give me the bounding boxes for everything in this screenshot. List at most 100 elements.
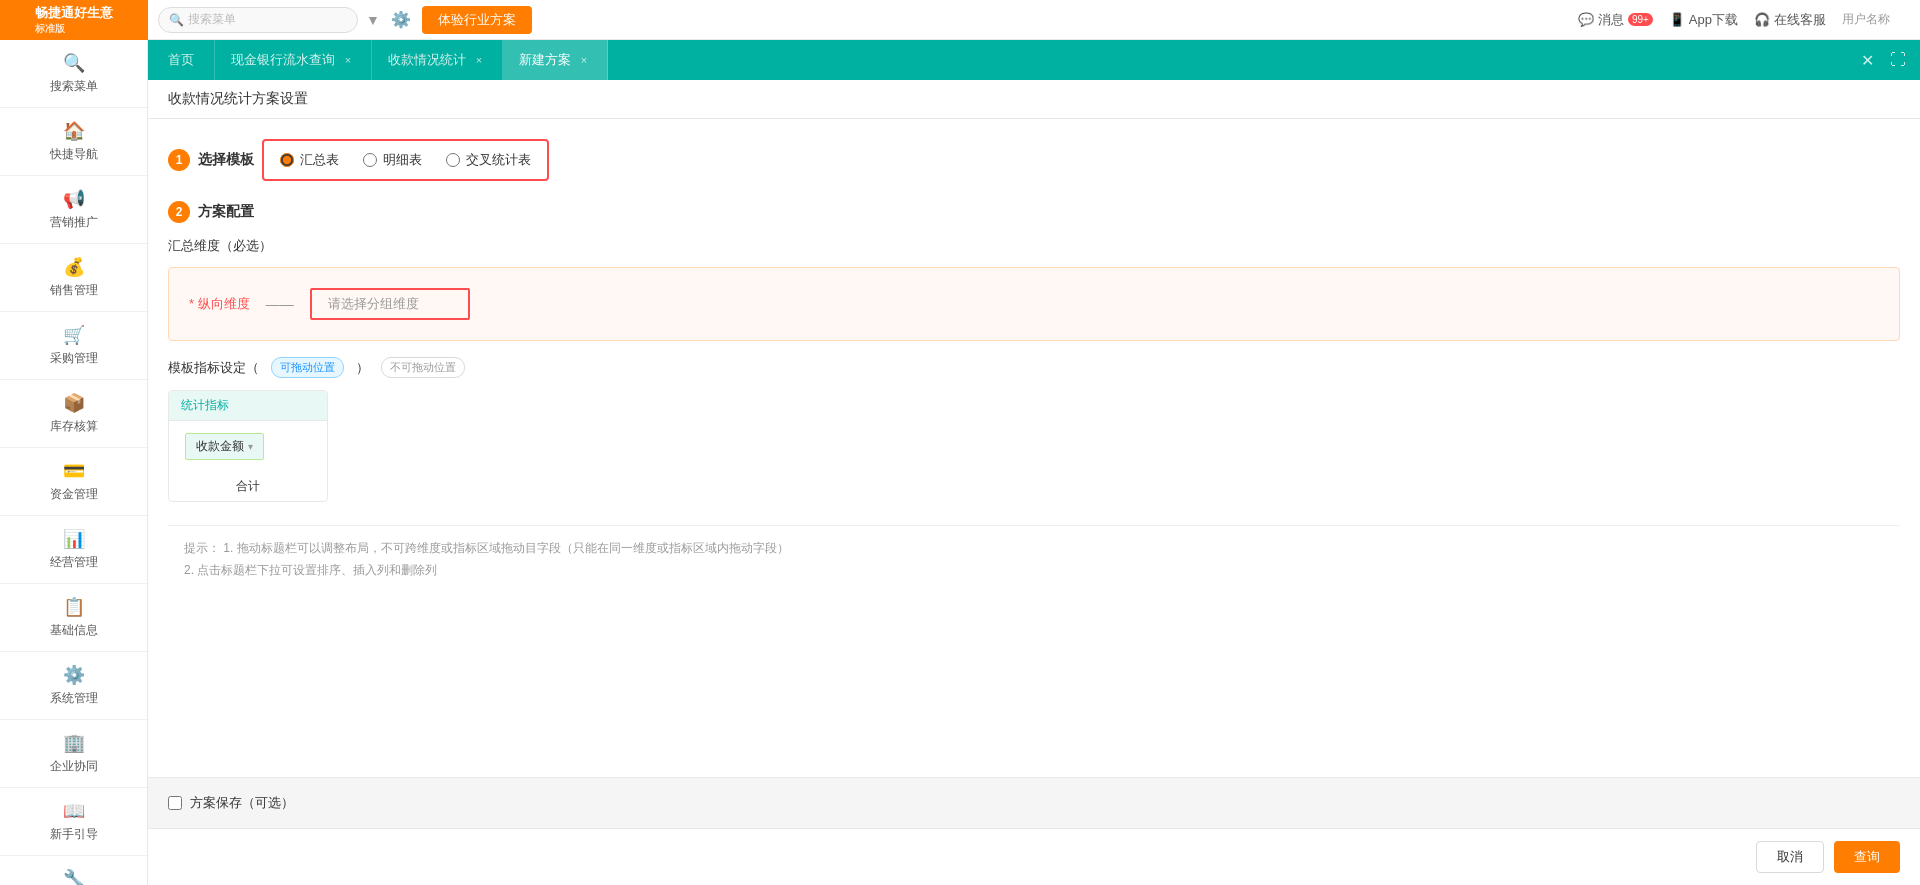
radio-summary[interactable] — [280, 153, 294, 167]
sidebar-item-guide[interactable]: 📖 新手引导 — [0, 788, 147, 856]
logo-text: 畅捷通好生意 — [35, 4, 113, 22]
arrow-icon: —— — [266, 296, 294, 312]
sidebar-item-finance[interactable]: 💳 资金管理 — [0, 448, 147, 516]
enterprise-icon: 🏢 — [63, 732, 85, 754]
logo: 畅捷通好生意 标准版 — [0, 0, 148, 40]
sidebar-label-finance: 资金管理 — [50, 486, 98, 503]
home-icon: 🏠 — [63, 120, 85, 142]
save-option-label: 方案保存（可选） — [190, 794, 294, 812]
dimension-select[interactable]: 请选择分组维度 — [310, 288, 470, 320]
sidebar-label-guide: 新手引导 — [50, 826, 98, 843]
save-checkbox[interactable] — [168, 796, 182, 810]
sidebar-item-inventory[interactable]: 📦 库存核算 — [0, 380, 147, 448]
tab-collection-close[interactable]: × — [472, 53, 486, 67]
option-cross[interactable]: 交叉统计表 — [446, 151, 531, 169]
metrics-title: 模板指标设定（ — [168, 359, 259, 377]
radio-detail[interactable] — [363, 153, 377, 167]
step2-section: 2 方案配置 汇总维度（必选） * 纵向维度 —— 请选择分组维度 — [168, 201, 1900, 593]
hardware-icon: 🔧 — [63, 868, 85, 885]
tab-new-plan-label: 新建方案 — [519, 51, 571, 69]
sidebar-label-basic: 基础信息 — [50, 622, 98, 639]
tab-cashflow-label: 现金银行流水查询 — [231, 51, 335, 69]
non-draggable-badge: 不可拖动位置 — [381, 357, 465, 378]
settings-icon[interactable]: ⚙️ — [388, 7, 414, 33]
basic-icon: 📋 — [63, 596, 85, 618]
sidebar-label-sales: 销售管理 — [50, 282, 98, 299]
username: 用户名称 — [1842, 11, 1890, 28]
option-detail[interactable]: 明细表 — [363, 151, 422, 169]
sidebar-item-marketing[interactable]: 📢 营销推广 — [0, 176, 147, 244]
step1-title: 选择模板 — [198, 151, 254, 169]
tab-cashflow[interactable]: 现金银行流水查询 × — [215, 40, 372, 80]
sidebar-label-search: 搜索菜单 — [50, 78, 98, 95]
trial-button[interactable]: 体验行业方案 — [422, 6, 532, 34]
sidebar-label-home: 快捷导航 — [50, 146, 98, 163]
message-button[interactable]: 💬 消息 99+ — [1578, 11, 1653, 29]
finance-icon: 💳 — [63, 460, 85, 482]
tab-home[interactable]: 首页 — [148, 40, 215, 80]
option-summary[interactable]: 汇总表 — [280, 151, 339, 169]
tab-bar: 首页 现金银行流水查询 × 收款情况统计 × 新建方案 × ✕ ⛶ — [148, 40, 1920, 80]
step2-title: 方案配置 — [198, 203, 254, 221]
tips-area: 提示： 1. 拖动标题栏可以调整布局，不可跨维度或指标区域拖动目字段（只能在同一… — [168, 525, 1900, 593]
tab-maximize-icon[interactable]: ⛶ — [1886, 47, 1910, 73]
user-info[interactable]: 用户名称 — [1842, 11, 1890, 28]
sidebar-label-inventory: 库存核算 — [50, 418, 98, 435]
tab-cashflow-close[interactable]: × — [341, 53, 355, 67]
inventory-icon: 📦 — [63, 392, 85, 414]
sidebar-label-management: 经营管理 — [50, 554, 98, 571]
template-options: 汇总表 明细表 交叉统计表 — [262, 139, 549, 181]
metrics-section: 模板指标设定（ 可拖动位置 ） 不可拖动位置 统计指标 收款金额 ▾ — [168, 357, 1900, 505]
query-button[interactable]: 查询 — [1834, 841, 1900, 873]
tab-collection[interactable]: 收款情况统计 × — [372, 40, 503, 80]
service-button[interactable]: 🎧 在线客服 — [1754, 11, 1826, 29]
dimension-area: * 纵向维度 —— 请选择分组维度 — [168, 267, 1900, 341]
dropdown-icon[interactable]: ▼ — [366, 12, 380, 28]
step2-circle: 2 — [168, 201, 190, 223]
tab-new-plan-close[interactable]: × — [577, 53, 591, 67]
sidebar-item-hardware[interactable]: 🔧 智能硬件 — [0, 856, 147, 885]
download-icon: 📱 — [1669, 12, 1685, 27]
sidebar-item-home[interactable]: 🏠 快捷导航 — [0, 108, 147, 176]
tab-collection-label: 收款情况统计 — [388, 51, 466, 69]
dimension-placeholder: 请选择分组维度 — [328, 295, 419, 313]
option-detail-label: 明细表 — [383, 151, 422, 169]
tab-bar-actions: ✕ ⛶ — [1857, 40, 1920, 80]
search-bar[interactable]: 🔍 搜索菜单 — [158, 7, 358, 33]
message-badge: 99+ — [1628, 13, 1653, 26]
search-menu-icon: 🔍 — [63, 52, 85, 74]
sidebar-item-management[interactable]: 📊 经营管理 — [0, 516, 147, 584]
tip-prefix: 提示： — [184, 541, 220, 555]
form-body: 1 选择模板 汇总表 明细表 — [148, 119, 1920, 777]
chevron-down-icon: ▾ — [248, 441, 253, 452]
footer-bar: 取消 查询 — [148, 828, 1920, 885]
dimension-row-label: * 纵向维度 — [189, 295, 250, 313]
page-title-bar: 收款情况统计方案设置 — [148, 80, 1920, 119]
sidebar-label-purchase: 采购管理 — [50, 350, 98, 367]
download-label: App下载 — [1689, 11, 1738, 29]
download-button[interactable]: 📱 App下载 — [1669, 11, 1738, 29]
sidebar-item-search[interactable]: 🔍 搜索菜单 — [0, 40, 147, 108]
cancel-button[interactable]: 取消 — [1756, 841, 1824, 873]
metrics-tag-amount-label: 收款金额 — [196, 438, 244, 455]
metrics-tag-amount[interactable]: 收款金额 ▾ — [185, 433, 264, 460]
sidebar-item-enterprise[interactable]: 🏢 企业协同 — [0, 720, 147, 788]
message-label: 消息 — [1598, 11, 1624, 29]
sidebar-item-purchase[interactable]: 🛒 采购管理 — [0, 312, 147, 380]
metrics-title-end: ） — [356, 359, 369, 377]
sidebar-item-system[interactable]: ⚙️ 系统管理 — [0, 652, 147, 720]
search-placeholder: 搜索菜单 — [188, 11, 236, 28]
sidebar-item-sales[interactable]: 💰 销售管理 — [0, 244, 147, 312]
tab-close-all-icon[interactable]: ✕ — [1857, 47, 1878, 74]
tab-new-plan[interactable]: 新建方案 × — [503, 40, 608, 80]
tab-home-label: 首页 — [168, 51, 194, 69]
search-icon: 🔍 — [169, 13, 184, 27]
sidebar-item-basic[interactable]: 📋 基础信息 — [0, 584, 147, 652]
service-label: 在线客服 — [1774, 11, 1826, 29]
guide-icon: 📖 — [63, 800, 85, 822]
tip1: 1. 拖动标题栏可以调整布局，不可跨维度或指标区域拖动目字段（只能在同一维度或指… — [223, 541, 788, 555]
sidebar: 🔍 搜索菜单 🏠 快捷导航 📢 营销推广 💰 销售管理 🛒 采购管理 📦 库存核… — [0, 40, 148, 885]
radio-cross[interactable] — [446, 153, 460, 167]
sidebar-label-enterprise: 企业协同 — [50, 758, 98, 775]
save-option-bar: 方案保存（可选） — [148, 777, 1920, 828]
